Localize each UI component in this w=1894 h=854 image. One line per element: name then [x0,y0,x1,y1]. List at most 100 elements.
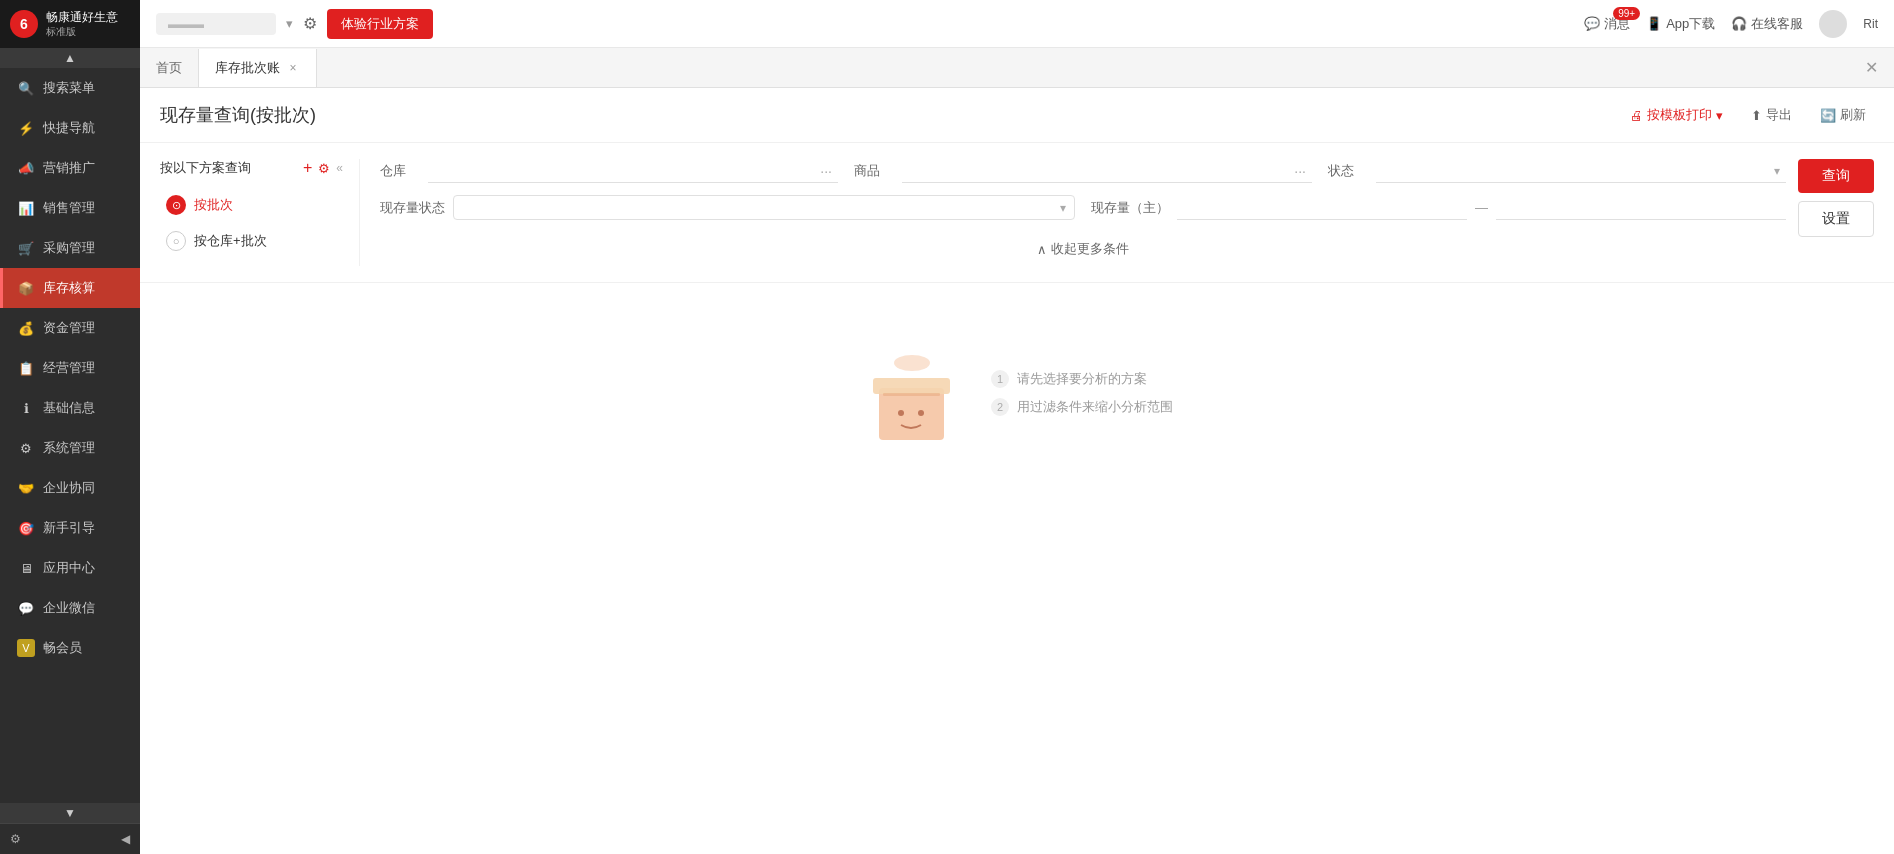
sidebar-member-label: 畅会员 [43,639,82,657]
sidebar-collapse-btn[interactable]: ◀ [121,832,130,846]
sidebar-scroll-up[interactable]: ▲ [0,48,140,68]
scheme-settings-icon[interactable]: ⚙ [318,161,330,176]
sidebar-item-search[interactable]: 🔍 搜索菜单 [0,68,140,108]
product-field: 商品 ··· [854,159,1312,183]
system-icon: ⚙ [17,439,35,457]
filter-form: 仓库 ··· 商品 ··· [360,159,1874,266]
export-icon: ⬆ [1751,108,1762,123]
warehouse-batch-option-icon: ○ [166,231,186,251]
sidebar-inventory-label: 库存核算 [43,279,95,297]
action-buttons: 查询 设置 [1798,159,1874,237]
topbar-search-display: ▬▬▬ [156,13,276,35]
enterprise-icon: 🤝 [17,479,35,497]
purchase-icon: 🛒 [17,239,35,257]
user-avatar[interactable] [1819,10,1847,38]
sidebar-item-operations[interactable]: 📋 经营管理 [0,348,140,388]
collapse-more-btn[interactable]: ∧ 收起更多条件 [380,232,1786,266]
content-area: 现存量查询(按批次) 🖨 按模板打印 ▾ ⬆ 导出 🔄 刷新 [140,88,1894,854]
print-dropdown-icon: ▾ [1716,108,1723,123]
sidebar-item-sales[interactable]: 📊 销售管理 [0,188,140,228]
online-service-btn[interactable]: 🎧 在线客服 [1731,15,1803,33]
tab-panel-close-btn[interactable]: ✕ [1849,48,1894,87]
scheme-option-batch[interactable]: ⊙ 按批次 [160,187,343,223]
sidebar-item-marketing[interactable]: 📣 营销推广 [0,148,140,188]
sidebar-marketing-label: 营销推广 [43,159,95,177]
topbar: ▬▬▬ ▾ ⚙ 体验行业方案 💬 消息 99+ 📱 App下载 🎧 在线客服 R… [140,0,1894,48]
inventory-status-label: 现存量状态 [380,199,445,217]
sidebar-item-system[interactable]: ⚙ 系统管理 [0,428,140,468]
sidebar-item-inventory[interactable]: 📦 库存核算 [0,268,140,308]
sidebar-item-enterprise[interactable]: 🤝 企业协同 [0,468,140,508]
filter-row-1: 仓库 ··· 商品 ··· [380,159,1786,183]
topbar-dropdown-icon[interactable]: ▾ [286,16,293,31]
app-title: 畅康通好生意 [46,9,118,26]
inventory-status-select[interactable] [462,200,1060,215]
sidebar-item-basic-info[interactable]: ℹ 基础信息 [0,388,140,428]
print-btn[interactable]: 🖨 按模板打印 ▾ [1622,102,1731,128]
product-dots[interactable]: ··· [1288,163,1312,179]
sidebar-item-quick-nav[interactable]: ⚡ 快捷导航 [0,108,140,148]
refresh-btn[interactable]: 🔄 刷新 [1812,102,1874,128]
scheme-title-text: 按以下方案查询 [160,159,251,177]
warehouse-input[interactable] [428,159,814,182]
sidebar-item-weixin[interactable]: 💬 企业微信 [0,588,140,628]
inventory-qty-min-input[interactable] [1177,196,1467,220]
empty-state: 1 请先选择要分析的方案 2 用过滤条件来缩小分析范围 [140,283,1894,503]
operations-icon: 📋 [17,359,35,377]
svg-rect-2 [883,393,940,396]
app-subtitle: 标准版 [46,25,118,39]
collapse-more-label: 收起更多条件 [1051,240,1129,258]
empty-state-inner: 1 请先选择要分析的方案 2 用过滤条件来缩小分析范围 [861,343,1173,443]
sidebar-item-purchase[interactable]: 🛒 采购管理 [0,228,140,268]
sidebar-operations-label: 经营管理 [43,359,95,377]
status-dropdown-icon[interactable]: ▾ [1768,164,1786,178]
page-actions: 🖨 按模板打印 ▾ ⬆ 导出 🔄 刷新 [1622,102,1874,128]
export-btn[interactable]: ⬆ 导出 [1743,102,1800,128]
sidebar-scroll-down[interactable]: ▼ [0,803,140,823]
topbar-gear-icon[interactable]: ⚙ [303,14,317,33]
sidebar-finance-label: 资金管理 [43,319,95,337]
sidebar-item-onboarding[interactable]: 🎯 新手引导 [0,508,140,548]
scheme-collapse-icon[interactable]: « [336,161,343,175]
settings-button[interactable]: 设置 [1798,201,1874,237]
sidebar-enterprise-label: 企业协同 [43,479,95,497]
refresh-label: 刷新 [1840,106,1866,124]
sidebar-footer: ⚙ ◀ [0,823,140,854]
hint-num-1: 1 [991,370,1009,388]
filter-title-actions: + ⚙ « [303,159,343,177]
app-download-btn[interactable]: 📱 App下载 [1646,15,1715,33]
phone-icon: 📱 [1646,16,1662,31]
batch-option-label: 按批次 [194,196,233,214]
status-input[interactable] [1376,159,1768,182]
search-icon: 🔍 [17,79,35,97]
finance-icon: 💰 [17,319,35,337]
tab-inventory-batch[interactable]: 库存批次账 × [199,49,317,87]
add-scheme-icon[interactable]: + [303,159,312,177]
sidebar: 6 畅康通好生意 标准版 ▲ 🔍 搜索菜单 ⚡ 快捷导航 📣 营销推广 📊 销售… [0,0,140,854]
sidebar-item-member[interactable]: V 畅会员 [0,628,140,668]
tab-close-icon[interactable]: × [286,61,300,75]
scheme-option-warehouse-batch[interactable]: ○ 按仓库+批次 [160,223,343,259]
inventory-qty-field: 现存量（主） — [1091,196,1786,220]
tab-home[interactable]: 首页 [140,49,199,87]
page-header: 现存量查询(按批次) 🖨 按模板打印 ▾ ⬆ 导出 🔄 刷新 [140,88,1894,143]
sidebar-item-app-center[interactable]: 🖥 应用中心 [0,548,140,588]
sidebar-nav: 🔍 搜索菜单 ⚡ 快捷导航 📣 营销推广 📊 销售管理 🛒 采购管理 📦 库存核… [0,68,140,803]
basic-info-icon: ℹ [17,399,35,417]
sidebar-item-finance[interactable]: 💰 资金管理 [0,308,140,348]
main-area: ▬▬▬ ▾ ⚙ 体验行业方案 💬 消息 99+ 📱 App下载 🎧 在线客服 R… [140,0,1894,854]
warehouse-dots[interactable]: ··· [814,163,838,179]
collapse-footer-icon: ◀ [121,832,130,846]
user-name: Rit [1863,17,1878,31]
query-button[interactable]: 查询 [1798,159,1874,193]
sidebar-settings-btn[interactable]: ⚙ [10,832,21,846]
trial-btn[interactable]: 体验行业方案 [327,9,433,39]
warehouse-label: 仓库 [380,162,420,180]
messages-btn[interactable]: 💬 消息 99+ [1584,15,1630,33]
inventory-qty-max-input[interactable] [1496,196,1786,220]
svg-point-4 [918,410,924,416]
tab-home-label: 首页 [156,59,182,77]
inventory-status-select-wrapper: ▾ [453,195,1075,220]
product-input[interactable] [902,159,1288,182]
sidebar-search-label: 搜索菜单 [43,79,95,97]
